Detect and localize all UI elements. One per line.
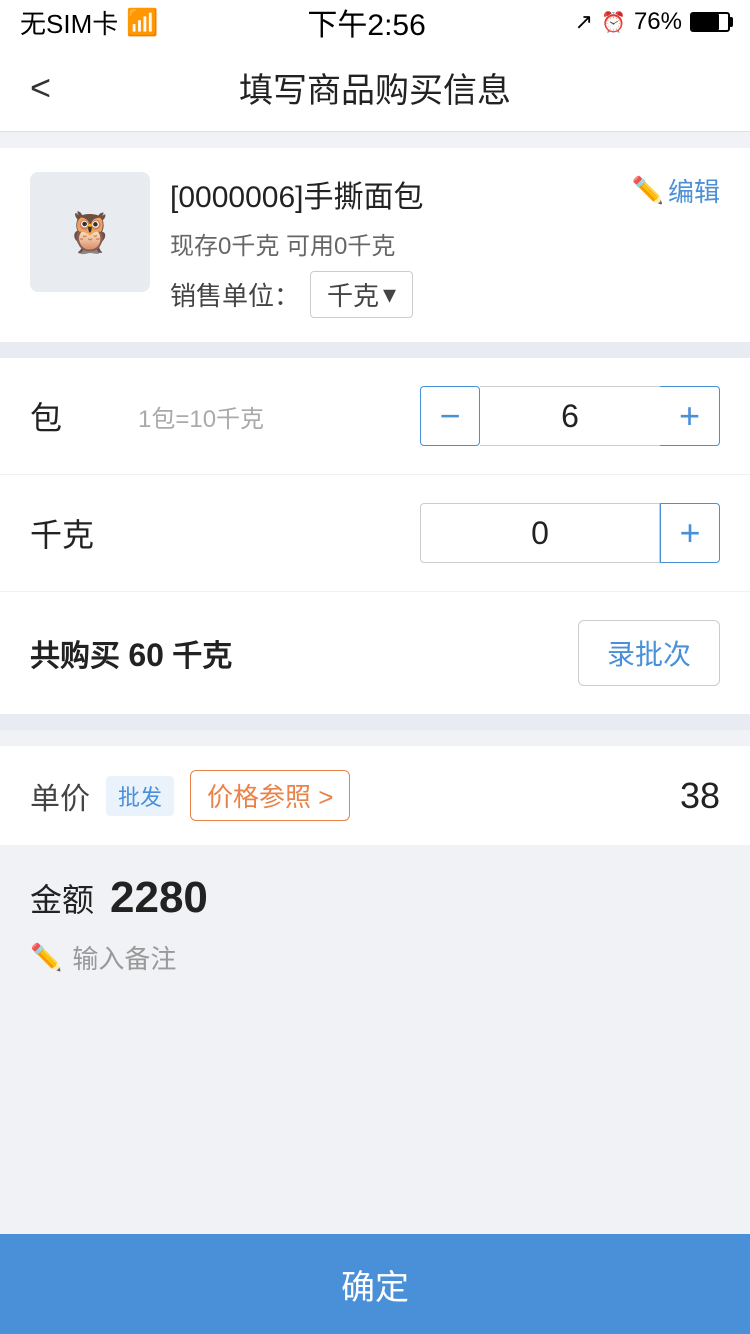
spacer bbox=[0, 986, 750, 1234]
amount-value: 2280 bbox=[110, 873, 208, 923]
remark-row[interactable]: ✏️ 输入备注 bbox=[30, 939, 720, 976]
back-button[interactable]: < bbox=[20, 57, 61, 119]
product-image: 🦉 bbox=[30, 172, 150, 292]
kg-row: 千克 + bbox=[0, 475, 750, 592]
product-unit-row: 销售单位： 千克 ▾ bbox=[170, 271, 612, 318]
remark-placeholder: 输入备注 bbox=[72, 939, 176, 976]
total-amount-value: 60 bbox=[128, 637, 164, 673]
input-section: 包 1包=10千克 − + 千克 + bbox=[0, 358, 750, 592]
price-value: 38 bbox=[680, 775, 720, 817]
battery-icon bbox=[690, 12, 730, 32]
separator-1 bbox=[0, 342, 750, 358]
amount-row: 金额 2280 bbox=[30, 873, 720, 923]
kg-plus-button[interactable]: + bbox=[660, 503, 720, 563]
product-card: 🦉 [0000006]手撕面包 现存0千克 可用0千克 销售单位： 千克 ▾ ✏… bbox=[0, 148, 750, 342]
total-label: 共购买 bbox=[30, 640, 120, 673]
amount-section: 金额 2280 ✏️ 输入备注 bbox=[0, 845, 750, 986]
status-bar: 无SIM卡 📶 下午2:56 ↗ ⏰ 76% bbox=[0, 0, 750, 44]
confirm-button[interactable]: 确定 bbox=[0, 1234, 750, 1334]
bao-minus-button[interactable]: − bbox=[420, 386, 480, 446]
unit-select[interactable]: 千克 ▾ bbox=[310, 271, 413, 318]
alarm-icon: ⏰ bbox=[601, 10, 626, 35]
separator-2 bbox=[0, 714, 750, 730]
pencil-icon: ✏️ bbox=[30, 942, 62, 973]
product-name: [0000006]手撕面包 bbox=[170, 172, 612, 216]
page-title: 填写商品购买信息 bbox=[239, 63, 511, 112]
amount-label: 金额 bbox=[30, 875, 94, 921]
batch-button[interactable]: 录批次 bbox=[578, 620, 720, 686]
status-right: ↗ ⏰ 76% bbox=[575, 8, 730, 36]
bao-hint: 1包=10千克 bbox=[138, 399, 420, 434]
kg-label: 千克 bbox=[30, 510, 130, 556]
total-row: 共购买 60 千克 录批次 bbox=[0, 592, 750, 714]
product-logo: 🦉 bbox=[65, 209, 115, 256]
price-ref-button[interactable]: 价格参照 > bbox=[190, 770, 350, 821]
carrier-text: 无SIM卡 bbox=[20, 4, 118, 41]
product-info: [0000006]手撕面包 现存0千克 可用0千克 销售单位： 千克 ▾ bbox=[170, 172, 612, 318]
bao-label: 包 bbox=[30, 393, 130, 439]
status-left: 无SIM卡 📶 bbox=[20, 4, 159, 41]
nav-bar: < 填写商品购买信息 bbox=[0, 44, 750, 132]
product-actions: ✏️ 编辑 bbox=[632, 172, 720, 209]
product-stock: 现存0千克 可用0千克 bbox=[170, 226, 612, 261]
location-icon: ↗ bbox=[575, 9, 593, 35]
confirm-label: 确定 bbox=[341, 1260, 409, 1309]
price-row: 单价 批发 价格参照 > 38 bbox=[30, 770, 720, 821]
price-tag: 批发 bbox=[106, 776, 174, 816]
bao-input[interactable] bbox=[480, 386, 660, 446]
kg-stepper: + bbox=[420, 503, 720, 563]
price-section: 单价 批发 价格参照 > 38 bbox=[0, 746, 750, 845]
edit-label: 编辑 bbox=[668, 172, 720, 209]
main-content: 🦉 [0000006]手撕面包 现存0千克 可用0千克 销售单位： 千克 ▾ ✏… bbox=[0, 132, 750, 1334]
bao-row: 包 1包=10千克 − + bbox=[0, 358, 750, 475]
edit-icon: ✏️ bbox=[632, 175, 664, 206]
bao-stepper: − + bbox=[420, 386, 720, 446]
bao-plus-button[interactable]: + bbox=[660, 386, 720, 446]
edit-button[interactable]: ✏️ 编辑 bbox=[632, 172, 720, 209]
chevron-down-icon: ▾ bbox=[383, 279, 396, 310]
total-text: 共购买 60 千克 bbox=[30, 631, 232, 675]
kg-input[interactable] bbox=[420, 503, 660, 563]
battery-percent: 76% bbox=[634, 8, 682, 36]
wifi-icon: 📶 bbox=[126, 7, 158, 38]
unit-label: 销售单位： bbox=[170, 276, 300, 313]
status-time: 下午2:56 bbox=[307, 0, 425, 44]
unit-value: 千克 bbox=[327, 276, 379, 313]
price-label: 单价 bbox=[30, 774, 90, 818]
total-unit-value: 千克 bbox=[172, 640, 232, 673]
